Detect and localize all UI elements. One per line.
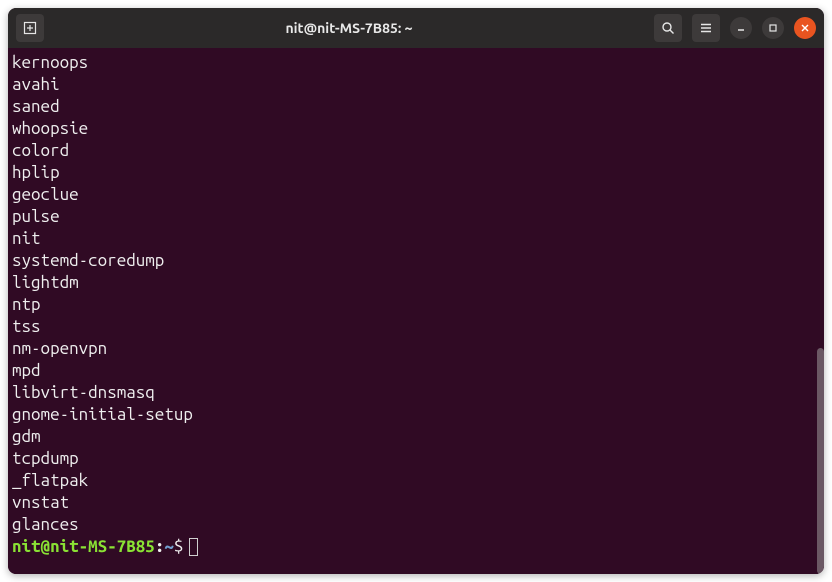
titlebar-left [16, 14, 44, 42]
hamburger-icon [699, 21, 713, 35]
minimize-icon [736, 23, 746, 33]
minimize-button[interactable] [730, 17, 752, 39]
output-line: whoopsie [12, 118, 820, 140]
search-button[interactable] [654, 14, 682, 42]
search-icon [661, 21, 675, 35]
output-line: hplip [12, 162, 820, 184]
output-line: saned [12, 96, 820, 118]
output-line: geoclue [12, 184, 820, 206]
output-line: tcpdump [12, 448, 820, 470]
maximize-button[interactable] [762, 17, 784, 39]
scrollbar-thumb[interactable] [817, 348, 824, 574]
output-line: gdm [12, 426, 820, 448]
output-line: colord [12, 140, 820, 162]
close-icon [800, 23, 810, 33]
maximize-icon [768, 23, 778, 33]
new-tab-button[interactable] [16, 14, 44, 42]
output-line: lightdm [12, 272, 820, 294]
output-line: pulse [12, 206, 820, 228]
output-line: ntp [12, 294, 820, 316]
prompt-user-host: nit@nit-MS-7B85 [12, 536, 155, 558]
output-line: systemd-coredump [12, 250, 820, 272]
close-button[interactable] [794, 17, 816, 39]
terminal-viewport[interactable]: kernoops avahi saned whoopsie colord hpl… [8, 48, 824, 574]
terminal-window: nit@nit-MS-7B85: ~ kernoops avahi saned [8, 8, 824, 574]
output-line: nm-openvpn [12, 338, 820, 360]
titlebar-right [654, 14, 816, 42]
terminal-content: kernoops avahi saned whoopsie colord hpl… [12, 52, 820, 558]
menu-button[interactable] [692, 14, 720, 42]
output-line: nit [12, 228, 820, 250]
output-line: _flatpak [12, 470, 820, 492]
window-title: nit@nit-MS-7B85: ~ [52, 20, 646, 36]
prompt-dollar: $ [174, 536, 184, 558]
cursor [189, 538, 198, 556]
new-tab-icon [23, 21, 37, 35]
output-line: avahi [12, 74, 820, 96]
prompt-line: nit@nit-MS-7B85:~$ [12, 536, 820, 558]
output-line: gnome-initial-setup [12, 404, 820, 426]
output-line: kernoops [12, 52, 820, 74]
output-line: libvirt-dnsmasq [12, 382, 820, 404]
prompt-colon: : [155, 536, 165, 558]
output-line: tss [12, 316, 820, 338]
output-line: vnstat [12, 492, 820, 514]
prompt-path: ~ [164, 536, 174, 558]
output-line: glances [12, 514, 820, 536]
output-line: mpd [12, 360, 820, 382]
titlebar: nit@nit-MS-7B85: ~ [8, 8, 824, 48]
